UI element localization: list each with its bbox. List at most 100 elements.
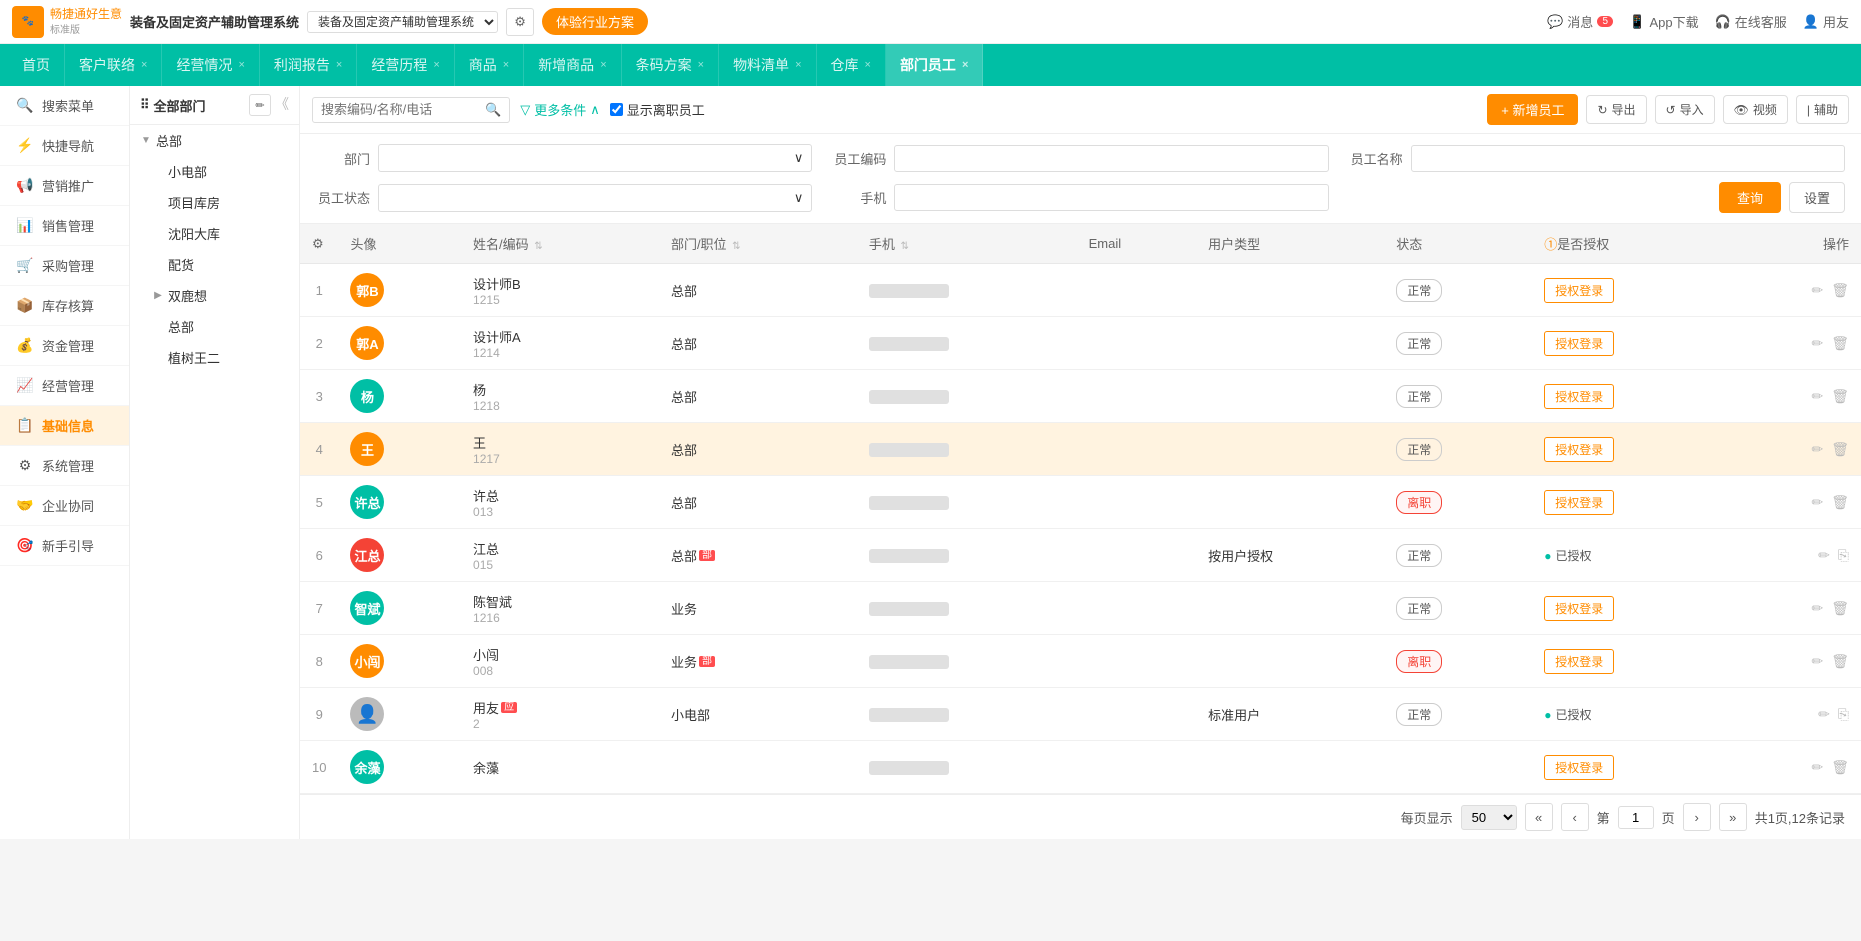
query-button[interactable]: 查询	[1719, 182, 1781, 213]
toolbar-right: + 新增员工 ↻ 导出 ↺ 导入 👁 视频 | 辅助	[1487, 94, 1849, 125]
message-item[interactable]: 💬 消息 5	[1547, 12, 1613, 31]
nav-tab-部门员工[interactable]: 部门员工×	[886, 44, 983, 86]
left-nav-item-搜索菜单[interactable]: 🔍搜索菜单	[0, 86, 129, 126]
dept-tree-item[interactable]: 沈阳大库	[130, 218, 299, 249]
last-page-button[interactable]: »	[1719, 803, 1747, 831]
trial-button[interactable]: 体验行业方案	[542, 8, 648, 35]
dept-collapse-button[interactable]: 《	[275, 94, 289, 116]
nav-tab-首页[interactable]: 首页	[8, 44, 65, 86]
edit-icon[interactable]: ✏	[1811, 759, 1823, 776]
delete-icon[interactable]: 🗑	[1831, 282, 1849, 299]
left-nav-item-资金管理[interactable]: 💰资金管理	[0, 326, 129, 366]
delete-icon[interactable]: 🗑	[1831, 388, 1849, 405]
view-button[interactable]: 👁 视频	[1723, 95, 1788, 124]
nav-tab-物料清单[interactable]: 物料清单×	[719, 44, 816, 86]
delete-icon[interactable]: 🗑	[1831, 441, 1849, 458]
delete-icon[interactable]: 🗑	[1831, 600, 1849, 617]
status-select[interactable]: ∨	[378, 184, 812, 212]
edit-icon[interactable]: ✏	[1811, 494, 1823, 511]
nav-tab-利润报告[interactable]: 利润报告×	[260, 44, 357, 86]
auth-login-button[interactable]: 授权登录	[1544, 649, 1614, 674]
edit-icon[interactable]: ✏	[1811, 335, 1823, 352]
edit-icon[interactable]: ✏	[1811, 600, 1823, 617]
edit-icon[interactable]: ✏	[1811, 388, 1823, 405]
dept-edit-button[interactable]: ✏	[249, 94, 271, 116]
close-tab-icon[interactable]: ×	[698, 59, 704, 71]
auth-login-button[interactable]: 授权登录	[1544, 384, 1614, 409]
copy-icon[interactable]: ⎘	[1838, 547, 1849, 564]
nav-tab-经营情况[interactable]: 经营情况×	[162, 44, 259, 86]
page-input[interactable]	[1618, 806, 1654, 829]
online-service-item[interactable]: 🎧 在线客服	[1715, 12, 1787, 31]
reset-button[interactable]: 设置	[1789, 182, 1845, 213]
edit-icon[interactable]: ✏	[1811, 282, 1823, 299]
left-nav-item-基础信息[interactable]: 📋基础信息	[0, 406, 129, 446]
delete-icon[interactable]: 🗑	[1831, 335, 1849, 352]
search-input[interactable]	[321, 102, 481, 117]
auth-login-button[interactable]: 授权登录	[1544, 278, 1614, 303]
app-download-item[interactable]: 📱 App下载	[1629, 12, 1698, 31]
auth-login-button[interactable]: 授权登录	[1544, 331, 1614, 356]
export-button[interactable]: ↻ 导出	[1586, 95, 1646, 124]
dept-select[interactable]: ∨	[378, 144, 812, 172]
auth-login-button[interactable]: 授权登录	[1544, 437, 1614, 462]
auth-login-button[interactable]: 授权登录	[1544, 755, 1614, 780]
left-nav-item-经营管理[interactable]: 📈经营管理	[0, 366, 129, 406]
system-select[interactable]: 装备及固定资产辅助管理系统	[307, 11, 498, 33]
import-button[interactable]: ↺ 导入	[1655, 95, 1715, 124]
first-page-button[interactable]: «	[1525, 803, 1553, 831]
dept-tree-item[interactable]: ▶双鹿想	[130, 280, 299, 311]
nav-tab-商品[interactable]: 商品×	[455, 44, 524, 86]
close-tab-icon[interactable]: ×	[962, 59, 968, 71]
auth-login-button[interactable]: 授权登录	[1544, 490, 1614, 515]
edit-icon[interactable]: ✏	[1811, 441, 1823, 458]
close-tab-icon[interactable]: ×	[503, 59, 509, 71]
close-tab-icon[interactable]: ×	[433, 59, 439, 71]
add-employee-button[interactable]: + 新增员工	[1487, 94, 1578, 125]
emp-code-input[interactable]	[894, 145, 1328, 172]
edit-cols-button[interactable]: | 辅助	[1796, 95, 1849, 124]
auth-login-button[interactable]: 授权登录	[1544, 596, 1614, 621]
close-tab-icon[interactable]: ×	[865, 59, 871, 71]
dept-tree-item[interactable]: 小电部	[130, 156, 299, 187]
nav-tab-新增商品[interactable]: 新增商品×	[524, 44, 621, 86]
dept-tree-item[interactable]: 植树王二	[130, 342, 299, 373]
dept-tree-item[interactable]: ▼总部	[130, 125, 299, 156]
delete-icon[interactable]: 🗑	[1831, 759, 1849, 776]
nav-tab-条码方案[interactable]: 条码方案×	[622, 44, 719, 86]
dept-tree-item[interactable]: 配货	[130, 249, 299, 280]
close-tab-icon[interactable]: ×	[238, 59, 244, 71]
show-resigned-checkbox[interactable]	[610, 103, 623, 116]
copy-icon[interactable]: ⎘	[1838, 706, 1849, 723]
dept-tree-item[interactable]: 项目库房	[130, 187, 299, 218]
dept-tree-item[interactable]: 总部	[130, 311, 299, 342]
delete-icon[interactable]: 🗑	[1831, 494, 1849, 511]
user-avatar[interactable]: 👤 用友	[1803, 12, 1849, 31]
left-nav-item-快捷导航[interactable]: ⚡快捷导航	[0, 126, 129, 166]
edit-icon[interactable]: ✏	[1818, 547, 1830, 564]
left-nav-item-销售管理[interactable]: 📊销售管理	[0, 206, 129, 246]
emp-name-input[interactable]	[1411, 145, 1845, 172]
next-page-button[interactable]: ›	[1683, 803, 1711, 831]
nav-tab-仓库[interactable]: 仓库×	[817, 44, 886, 86]
left-nav-item-系统管理[interactable]: ⚙系统管理	[0, 446, 129, 486]
edit-icon[interactable]: ✏	[1811, 653, 1823, 670]
close-tab-icon[interactable]: ×	[141, 59, 147, 71]
nav-tab-经营历程[interactable]: 经营历程×	[357, 44, 454, 86]
page-size-select[interactable]: 50 100	[1461, 805, 1517, 830]
left-nav-item-营销推广[interactable]: 📢营销推广	[0, 166, 129, 206]
close-tab-icon[interactable]: ×	[600, 59, 606, 71]
left-nav-item-库存核算[interactable]: 📦库存核算	[0, 286, 129, 326]
left-nav-item-企业协同[interactable]: 🤝企业协同	[0, 486, 129, 526]
gear-button[interactable]: ⚙	[506, 8, 534, 36]
nav-tab-客户联络[interactable]: 客户联络×	[65, 44, 162, 86]
delete-icon[interactable]: 🗑	[1831, 653, 1849, 670]
close-tab-icon[interactable]: ×	[336, 59, 342, 71]
more-filter-button[interactable]: ▽ 更多条件 ∧	[520, 100, 600, 119]
left-nav-item-新手引导[interactable]: 🎯新手引导	[0, 526, 129, 566]
left-nav-item-采购管理[interactable]: 🛒采购管理	[0, 246, 129, 286]
phone-input[interactable]	[894, 184, 1328, 211]
prev-page-button[interactable]: ‹	[1561, 803, 1589, 831]
edit-icon[interactable]: ✏	[1818, 706, 1830, 723]
close-tab-icon[interactable]: ×	[795, 59, 801, 71]
